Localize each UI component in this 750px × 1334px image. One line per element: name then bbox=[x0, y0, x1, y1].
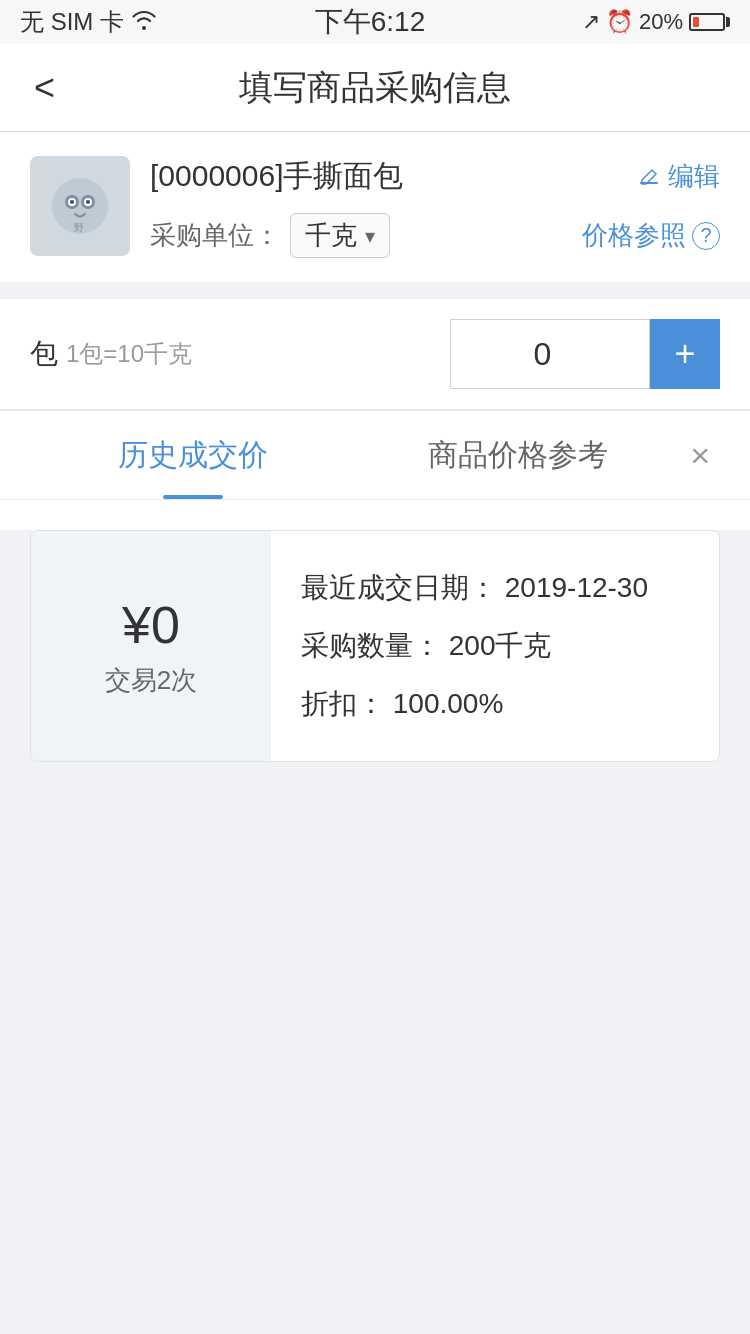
sim-label: 无 SIM 卡 bbox=[20, 6, 124, 38]
back-button[interactable]: < bbox=[24, 57, 65, 119]
currency-symbol: ¥ bbox=[122, 596, 151, 654]
product-card: 野 [0000006]手撕面包 编辑 采购单位： 千克 bbox=[0, 132, 750, 282]
quantity-conversion-label: 1包=10千克 bbox=[66, 338, 450, 370]
price-ref-help-icon: ? bbox=[692, 222, 720, 250]
tab-active-indicator bbox=[163, 495, 223, 499]
location-icon: ↗ bbox=[582, 9, 600, 35]
unit-value: 千克 bbox=[305, 218, 357, 253]
tab-price-reference[interactable]: 商品价格参考 bbox=[355, 411, 680, 499]
battery-percent: 20% bbox=[639, 9, 683, 35]
tabs-header: 历史成交价 商品价格参考 × bbox=[0, 411, 750, 500]
tab-history-price[interactable]: 历史成交价 bbox=[30, 411, 355, 499]
price-number: 0 bbox=[151, 596, 180, 654]
product-thumbnail: 野 bbox=[30, 156, 130, 256]
discount-label: 折扣： bbox=[301, 688, 385, 719]
quantity-input[interactable] bbox=[450, 319, 650, 389]
svg-point-5 bbox=[70, 200, 74, 204]
quantity-input-group: + bbox=[450, 319, 720, 389]
latest-date-label: 最近成交日期： bbox=[301, 572, 497, 603]
quantity-unit-label: 包 bbox=[30, 335, 58, 373]
battery-icon bbox=[689, 13, 730, 31]
alarm-icon: ⏰ bbox=[606, 9, 633, 35]
unit-row: 采购单位： 千克 ▾ 价格参照 ? bbox=[150, 213, 720, 258]
history-price-value: ¥0 bbox=[122, 595, 180, 655]
product-info: [0000006]手撕面包 编辑 采购单位： 千克 ▾ bbox=[150, 156, 720, 258]
discount-value: 100.00% bbox=[393, 688, 504, 719]
purchase-qty-row: 采购数量： 200千克 bbox=[301, 625, 689, 667]
product-full-name: [0000006]手撕面包 bbox=[150, 156, 403, 197]
tabs-container: 历史成交价 商品价格参考 × ¥0 交易2次 最近成交日期： 2019-12-3… bbox=[0, 409, 750, 1130]
product-header: 野 [0000006]手撕面包 编辑 采购单位： 千克 bbox=[30, 156, 720, 258]
quantity-row: 包 1包=10千克 + bbox=[0, 298, 750, 409]
edit-button[interactable]: 编辑 bbox=[638, 159, 720, 194]
wifi-icon bbox=[130, 8, 158, 36]
tabs-close-button[interactable]: × bbox=[680, 426, 720, 485]
latest-date-value: 2019-12-30 bbox=[505, 572, 648, 603]
product-name-row: [0000006]手撕面包 编辑 bbox=[150, 156, 720, 197]
history-trades-count: 交易2次 bbox=[105, 663, 197, 698]
history-price-details: 最近成交日期： 2019-12-30 采购数量： 200千克 折扣： 100.0… bbox=[271, 531, 719, 761]
discount-row: 折扣： 100.00% bbox=[301, 683, 689, 725]
price-reference-button[interactable]: 价格参照 ? bbox=[582, 218, 720, 253]
svg-text:野: 野 bbox=[74, 222, 84, 233]
status-bar: 无 SIM 卡 下午6:12 ↗ ⏰ 20% bbox=[0, 0, 750, 44]
unit-label: 采购单位： bbox=[150, 218, 280, 253]
nav-bar: < 填写商品采购信息 bbox=[0, 44, 750, 132]
status-right: ↗ ⏰ 20% bbox=[582, 9, 730, 35]
status-time: 下午6:12 bbox=[315, 3, 426, 41]
quantity-plus-button[interactable]: + bbox=[650, 319, 720, 389]
dropdown-arrow-icon: ▾ bbox=[365, 224, 375, 248]
history-price-summary: ¥0 交易2次 bbox=[31, 531, 271, 761]
purchase-qty-label: 采购数量： bbox=[301, 630, 441, 661]
status-left: 无 SIM 卡 bbox=[20, 6, 158, 38]
latest-date-row: 最近成交日期： 2019-12-30 bbox=[301, 567, 689, 609]
history-price-card: ¥0 交易2次 最近成交日期： 2019-12-30 采购数量： 200千克 折… bbox=[30, 530, 720, 762]
tab-content-area: ¥0 交易2次 最近成交日期： 2019-12-30 采购数量： 200千克 折… bbox=[0, 530, 750, 1130]
unit-select-dropdown[interactable]: 千克 ▾ bbox=[290, 213, 390, 258]
purchase-qty-value: 200千克 bbox=[449, 630, 552, 661]
svg-point-6 bbox=[86, 200, 90, 204]
page-title: 填写商品采购信息 bbox=[239, 65, 511, 111]
